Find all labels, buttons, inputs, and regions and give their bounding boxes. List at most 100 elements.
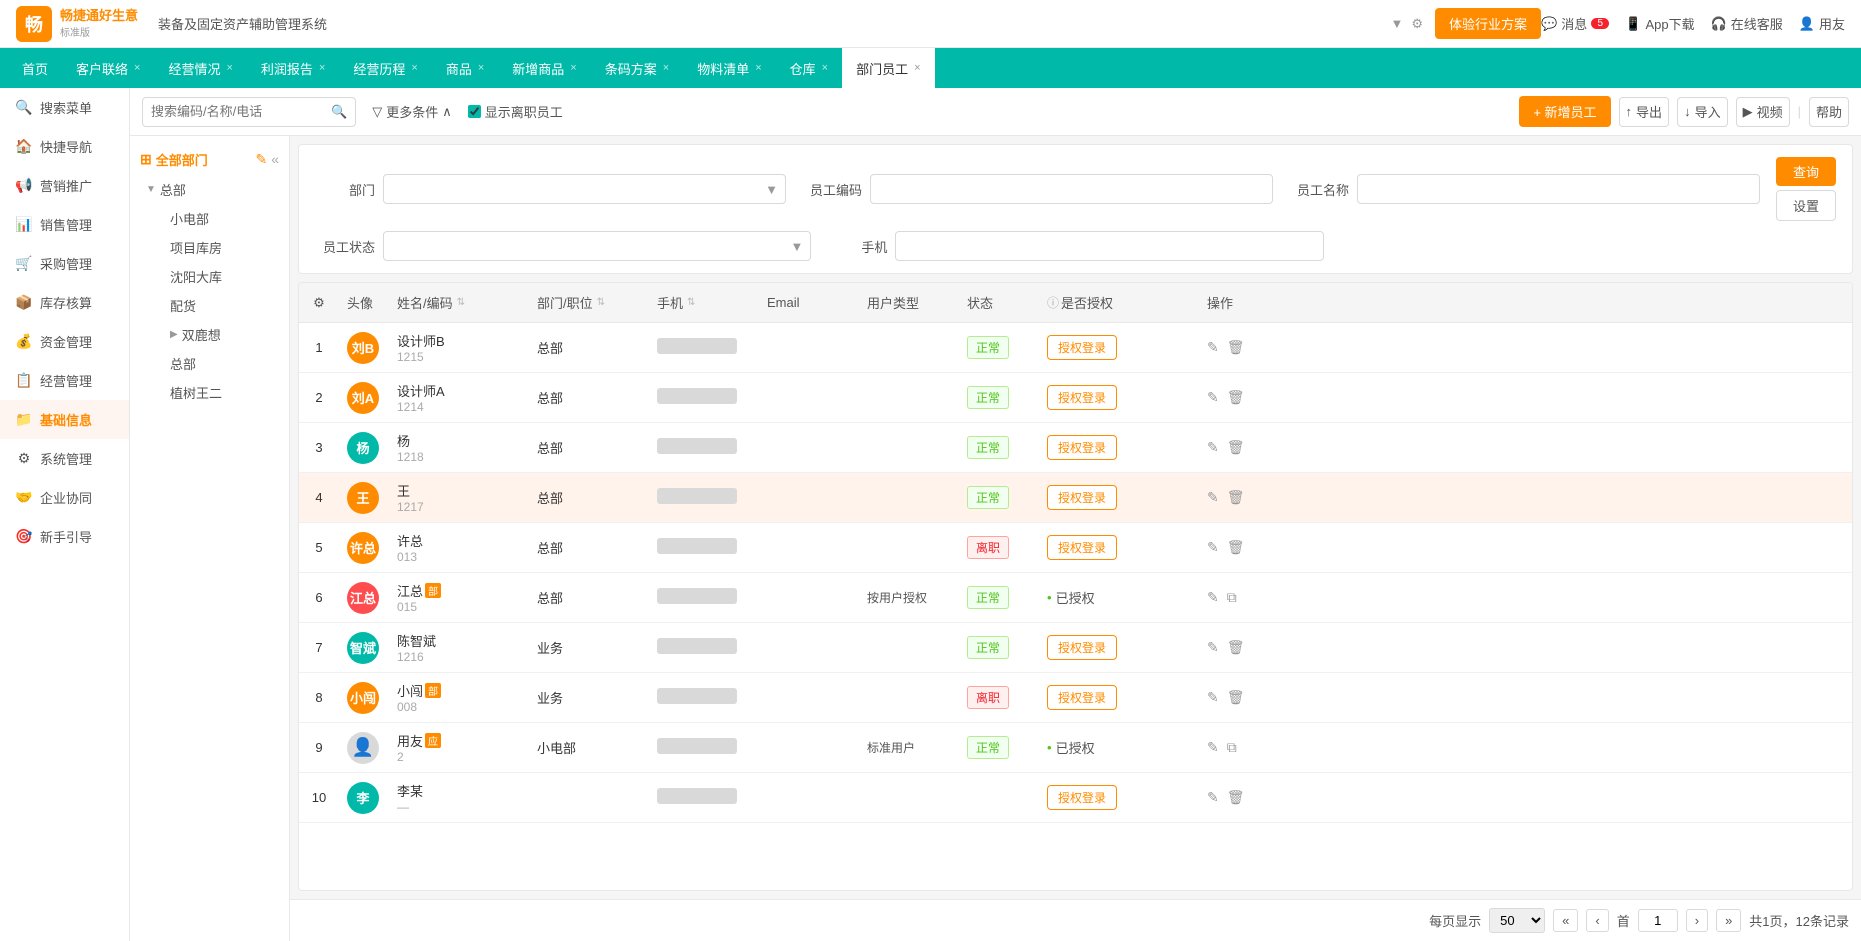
auth-login-button[interactable]: 授权登录 (1047, 635, 1117, 660)
tab-close-icon[interactable]: × (226, 62, 232, 74)
dept-node-project[interactable]: 项目库房 (154, 233, 289, 262)
delete-icon[interactable]: 🗑 (1227, 439, 1245, 456)
tab-bom[interactable]: 物料清单× (683, 48, 775, 88)
auth-login-button[interactable]: 授权登录 (1047, 385, 1117, 410)
sidebar-item-system[interactable]: ⚙ 系统管理 (0, 439, 129, 478)
export-button[interactable]: ↑ 导出 (1619, 97, 1670, 127)
page-number-input[interactable] (1638, 909, 1678, 932)
tab-warehouse[interactable]: 仓库× (776, 48, 842, 88)
trial-button[interactable]: 体验行业方案 (1435, 8, 1541, 39)
dept-node-shuanglu[interactable]: ▶ 双鹿想 (154, 320, 289, 349)
edit-icon[interactable]: ✎ (1207, 789, 1219, 806)
auth-login-button[interactable]: 授权登录 (1047, 485, 1117, 510)
settings-icon[interactable]: ⚙ (1411, 16, 1423, 32)
first-page-button[interactable]: « (1553, 909, 1578, 932)
tab-close-icon[interactable]: × (822, 62, 828, 74)
delete-icon[interactable]: 🗑 (1227, 689, 1245, 706)
delete-icon[interactable]: 🗑 (1227, 339, 1245, 356)
edit-icon[interactable]: ✎ (1207, 689, 1219, 706)
add-employee-button[interactable]: + 新增员工 (1519, 96, 1610, 127)
sidebar-item-inventory[interactable]: 📦 库存核算 (0, 283, 129, 322)
tab-goods[interactable]: 商品× (432, 48, 498, 88)
more-filter-btn[interactable]: ▽ 更多条件 ∧ (364, 97, 460, 127)
auth-login-button[interactable]: 授权登录 (1047, 535, 1117, 560)
app-download-btn[interactable]: 📱 App下载 (1625, 14, 1694, 33)
sidebar-item-nav[interactable]: 🏠 快捷导航 (0, 127, 129, 166)
help-button[interactable]: 帮助 (1809, 97, 1849, 127)
edit-icon[interactable]: ✎ (1207, 539, 1219, 556)
search-input[interactable] (151, 104, 331, 119)
tab-home[interactable]: 首页 (8, 48, 62, 88)
page-size-select[interactable]: 50 100 (1489, 908, 1545, 933)
edit-icon[interactable]: ✎ (1207, 739, 1219, 756)
dept-node-small-elec[interactable]: 小电部 (154, 204, 289, 233)
prev-page-button[interactable]: ‹ (1586, 909, 1608, 932)
auth-login-button[interactable]: 授权登录 (1047, 685, 1117, 710)
import-button[interactable]: ↓ 导入 (1677, 97, 1728, 127)
edit-icon[interactable]: ✎ (1207, 439, 1219, 456)
sidebar-item-business[interactable]: 📋 经营管理 (0, 361, 129, 400)
copy-icon[interactable]: ⧉ (1227, 739, 1237, 756)
sidebar-item-finance[interactable]: 💰 资金管理 (0, 322, 129, 361)
delete-icon[interactable]: 🗑 (1227, 389, 1245, 406)
tab-barcode[interactable]: 条码方案× (591, 48, 683, 88)
tab-close-icon[interactable]: × (755, 62, 761, 74)
dept-node-shenyang[interactable]: 沈阳大库 (154, 262, 289, 291)
sidebar-item-basic[interactable]: 📁 基础信息 (0, 400, 129, 439)
delete-icon[interactable]: 🗑 (1227, 639, 1245, 656)
dept-node-zhishu[interactable]: 植树王二 (154, 378, 289, 407)
emp-name-input[interactable] (1357, 174, 1760, 204)
tab-add-goods[interactable]: 新增商品× (498, 48, 590, 88)
sidebar-item-purchase[interactable]: 🛒 采购管理 (0, 244, 129, 283)
status-select[interactable] (383, 231, 811, 261)
system-title-arrow[interactable]: ▼ (1391, 16, 1404, 31)
dept-node-headquarters[interactable]: ▼ 总部 (130, 175, 289, 204)
dept-select[interactable] (383, 174, 786, 204)
auth-login-button[interactable]: 授权登录 (1047, 335, 1117, 360)
delete-icon[interactable]: 🗑 (1227, 489, 1245, 506)
tab-close-icon[interactable]: × (663, 62, 669, 74)
video-button[interactable]: ▶ 视频 (1736, 97, 1790, 127)
tab-close-icon[interactable]: × (134, 62, 140, 74)
message-btn[interactable]: 💬 消息 5 (1541, 14, 1609, 33)
delete-icon[interactable]: 🗑 (1227, 789, 1245, 806)
copy-icon[interactable]: ⧉ (1227, 589, 1237, 606)
query-button[interactable]: 查询 (1776, 157, 1836, 186)
sidebar-item-marketing[interactable]: 📢 营销推广 (0, 166, 129, 205)
edit-icon[interactable]: ✎ (1207, 489, 1219, 506)
tab-employees[interactable]: 部门员工× (842, 48, 934, 88)
tab-close-icon[interactable]: × (570, 62, 576, 74)
edit-icon[interactable]: ✎ (1207, 639, 1219, 656)
emp-code-input[interactable] (870, 174, 1273, 204)
tab-close-icon[interactable]: × (914, 62, 920, 74)
sort-phone-icon[interactable]: ⇅ (687, 297, 695, 308)
tab-customer[interactable]: 客户联络× (62, 48, 154, 88)
tab-profit[interactable]: 利润报告× (247, 48, 339, 88)
tab-operation[interactable]: 经营情况× (154, 48, 246, 88)
tab-close-icon[interactable]: × (319, 62, 325, 74)
phone-input[interactable] (895, 231, 1323, 261)
last-page-button[interactable]: » (1716, 909, 1741, 932)
set-button[interactable]: 设置 (1776, 190, 1836, 221)
auth-login-button[interactable]: 授权登录 (1047, 435, 1117, 460)
auth-login-button[interactable]: 授权登录 (1047, 785, 1117, 810)
user-btn[interactable]: 👤 用友 (1799, 14, 1845, 33)
tab-history[interactable]: 经营历程× (339, 48, 431, 88)
online-service-btn[interactable]: 🎧 在线客服 (1711, 14, 1783, 33)
sidebar-item-sales[interactable]: 📊 销售管理 (0, 205, 129, 244)
edit-icon[interactable]: ✎ (1207, 339, 1219, 356)
tab-close-icon[interactable]: × (478, 62, 484, 74)
edit-icon[interactable]: ✎ (1207, 389, 1219, 406)
sidebar-item-search[interactable]: 🔍 搜索菜单 (0, 88, 129, 127)
dept-collapse-icon[interactable]: « (271, 151, 279, 168)
show-resigned-checkbox[interactable]: 显示离职员工 (468, 102, 563, 121)
sort-name-icon[interactable]: ⇅ (457, 297, 465, 308)
tab-close-icon[interactable]: × (411, 62, 417, 74)
next-page-button[interactable]: › (1686, 909, 1708, 932)
dept-add-icon[interactable]: ✎ (255, 151, 267, 168)
delete-icon[interactable]: 🗑 (1227, 539, 1245, 556)
sidebar-item-collab[interactable]: 🤝 企业协同 (0, 478, 129, 517)
search-submit-icon[interactable]: 🔍 (331, 104, 347, 120)
sidebar-item-guide[interactable]: 🎯 新手引导 (0, 517, 129, 556)
settings-icon[interactable]: ⚙ (313, 295, 325, 310)
